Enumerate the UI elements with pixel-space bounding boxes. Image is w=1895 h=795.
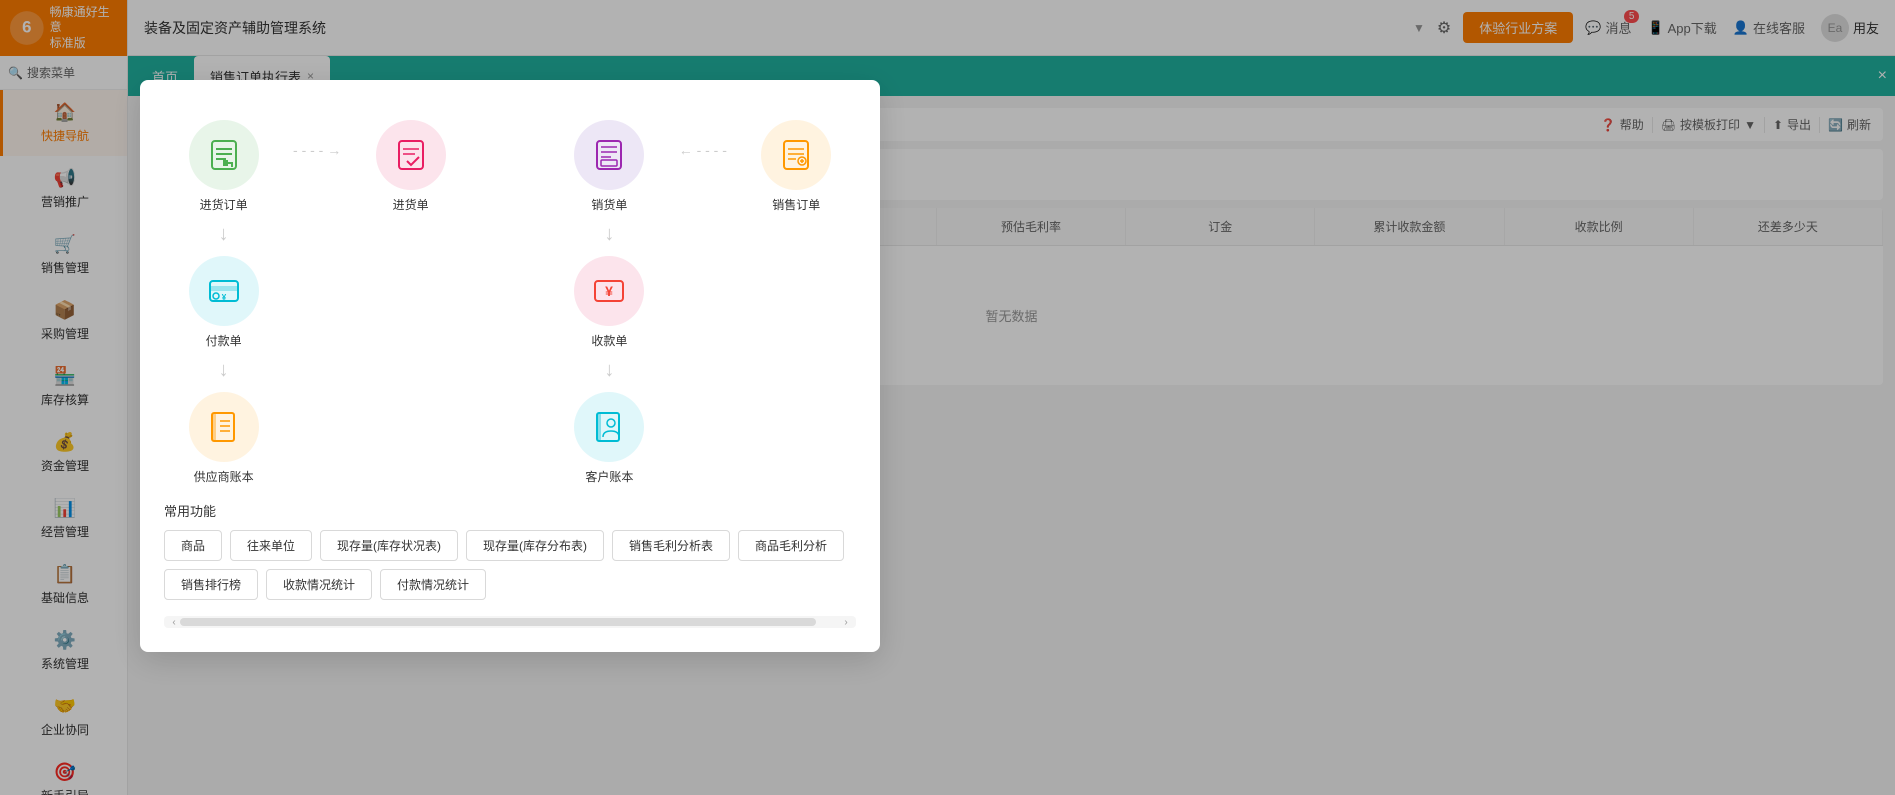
sales-bill-label: 销货单 — [591, 196, 627, 213]
scroll-left-btn[interactable]: ‹ — [168, 616, 180, 628]
func-btn-4[interactable]: 销售毛利分析表 — [612, 530, 730, 561]
customer-ledger-label: 客户账本 — [585, 468, 633, 485]
common-functions-section: 常用功能 商品 往来单位 现存量(库存状况表) 现存量(库存分布表) 销售毛利分… — [164, 501, 856, 600]
svg-text:¥: ¥ — [605, 283, 613, 299]
purchase-flow-col: 进货订单 ↓ ¥ 付款单 ↓ 供应商账本 — [174, 120, 274, 485]
h-arrow-2: ← - - - - — [679, 142, 727, 158]
flow-item-supplier-ledger[interactable]: 供应商账本 — [174, 392, 274, 485]
purchase-bill-label: 进货单 — [393, 196, 429, 213]
scroll-right-btn[interactable]: › — [840, 616, 852, 628]
func-btn-3[interactable]: 现存量(库存分布表) — [466, 530, 604, 561]
sales-bill-col: 销货单 ↓ ¥ 收款单 ↓ 客户账本 — [559, 120, 659, 485]
supplier-ledger-label: 供应商账本 — [194, 468, 254, 485]
flow-item-sales-order[interactable]: 销售订单 — [746, 120, 846, 213]
func-btn-1[interactable]: 往来单位 — [230, 530, 312, 561]
receipt-circle: ¥ — [574, 256, 644, 326]
flow-item-purchase-bill[interactable]: 进货单 — [361, 120, 461, 213]
payment-label: 付款单 — [206, 332, 242, 349]
func-btn-2[interactable]: 现存量(库存状况表) — [320, 530, 458, 561]
common-title: 常用功能 — [164, 501, 856, 520]
flow-item-payment[interactable]: ¥ 付款单 — [174, 256, 274, 349]
arrow-down-2: ↓ — [604, 223, 614, 246]
func-btn-0[interactable]: 商品 — [164, 530, 222, 561]
flow-item-receipt[interactable]: ¥ 收款单 — [559, 256, 659, 349]
purchase-order-label: 进货订单 — [200, 196, 248, 213]
sales-order-label: 销售订单 — [772, 196, 820, 213]
func-btn-7[interactable]: 收款情况统计 — [266, 569, 372, 600]
purchase-bill-col: 进货单 — [361, 120, 461, 213]
h-arrow-1: - - - - → — [293, 142, 341, 158]
modal-overlay[interactable]: 进货订单 ↓ ¥ 付款单 ↓ 供应商账本 — [0, 0, 1895, 795]
sales-order-col: 销售订单 — [746, 120, 846, 213]
supplier-ledger-circle — [189, 392, 259, 462]
svg-text:¥: ¥ — [221, 293, 226, 302]
purchase-order-circle — [189, 120, 259, 190]
receipt-label: 收款单 — [591, 332, 627, 349]
sales-bill-circle — [574, 120, 644, 190]
sales-order-circle — [761, 120, 831, 190]
func-btn-5[interactable]: 商品毛利分析 — [738, 530, 844, 561]
func-btn-6[interactable]: 销售排行榜 — [164, 569, 258, 600]
func-btn-8[interactable]: 付款情况统计 — [380, 569, 486, 600]
purchase-bill-circle — [376, 120, 446, 190]
arrow-down-3: ↓ — [219, 359, 229, 382]
popup-scrollbar[interactable]: › ‹ — [164, 616, 856, 628]
arrow-down-1: ↓ — [219, 223, 229, 246]
flow-popup: 进货订单 ↓ ¥ 付款单 ↓ 供应商账本 — [140, 80, 880, 652]
flow-item-customer-ledger[interactable]: 客户账本 — [559, 392, 659, 485]
flow-diagram: 进货订单 ↓ ¥ 付款单 ↓ 供应商账本 — [164, 104, 856, 493]
flow-item-purchase-order[interactable]: 进货订单 — [174, 120, 274, 213]
customer-ledger-circle — [574, 392, 644, 462]
function-grid-row2: 销售排行榜 收款情况统计 付款情况统计 — [164, 569, 856, 600]
flow-item-sales-bill[interactable]: 销货单 — [559, 120, 659, 213]
payment-circle: ¥ — [189, 256, 259, 326]
arrow-down-4: ↓ — [604, 359, 614, 382]
function-grid: 商品 往来单位 现存量(库存状况表) 现存量(库存分布表) 销售毛利分析表 商品… — [164, 530, 856, 561]
scrollbar-thumb — [180, 618, 816, 626]
